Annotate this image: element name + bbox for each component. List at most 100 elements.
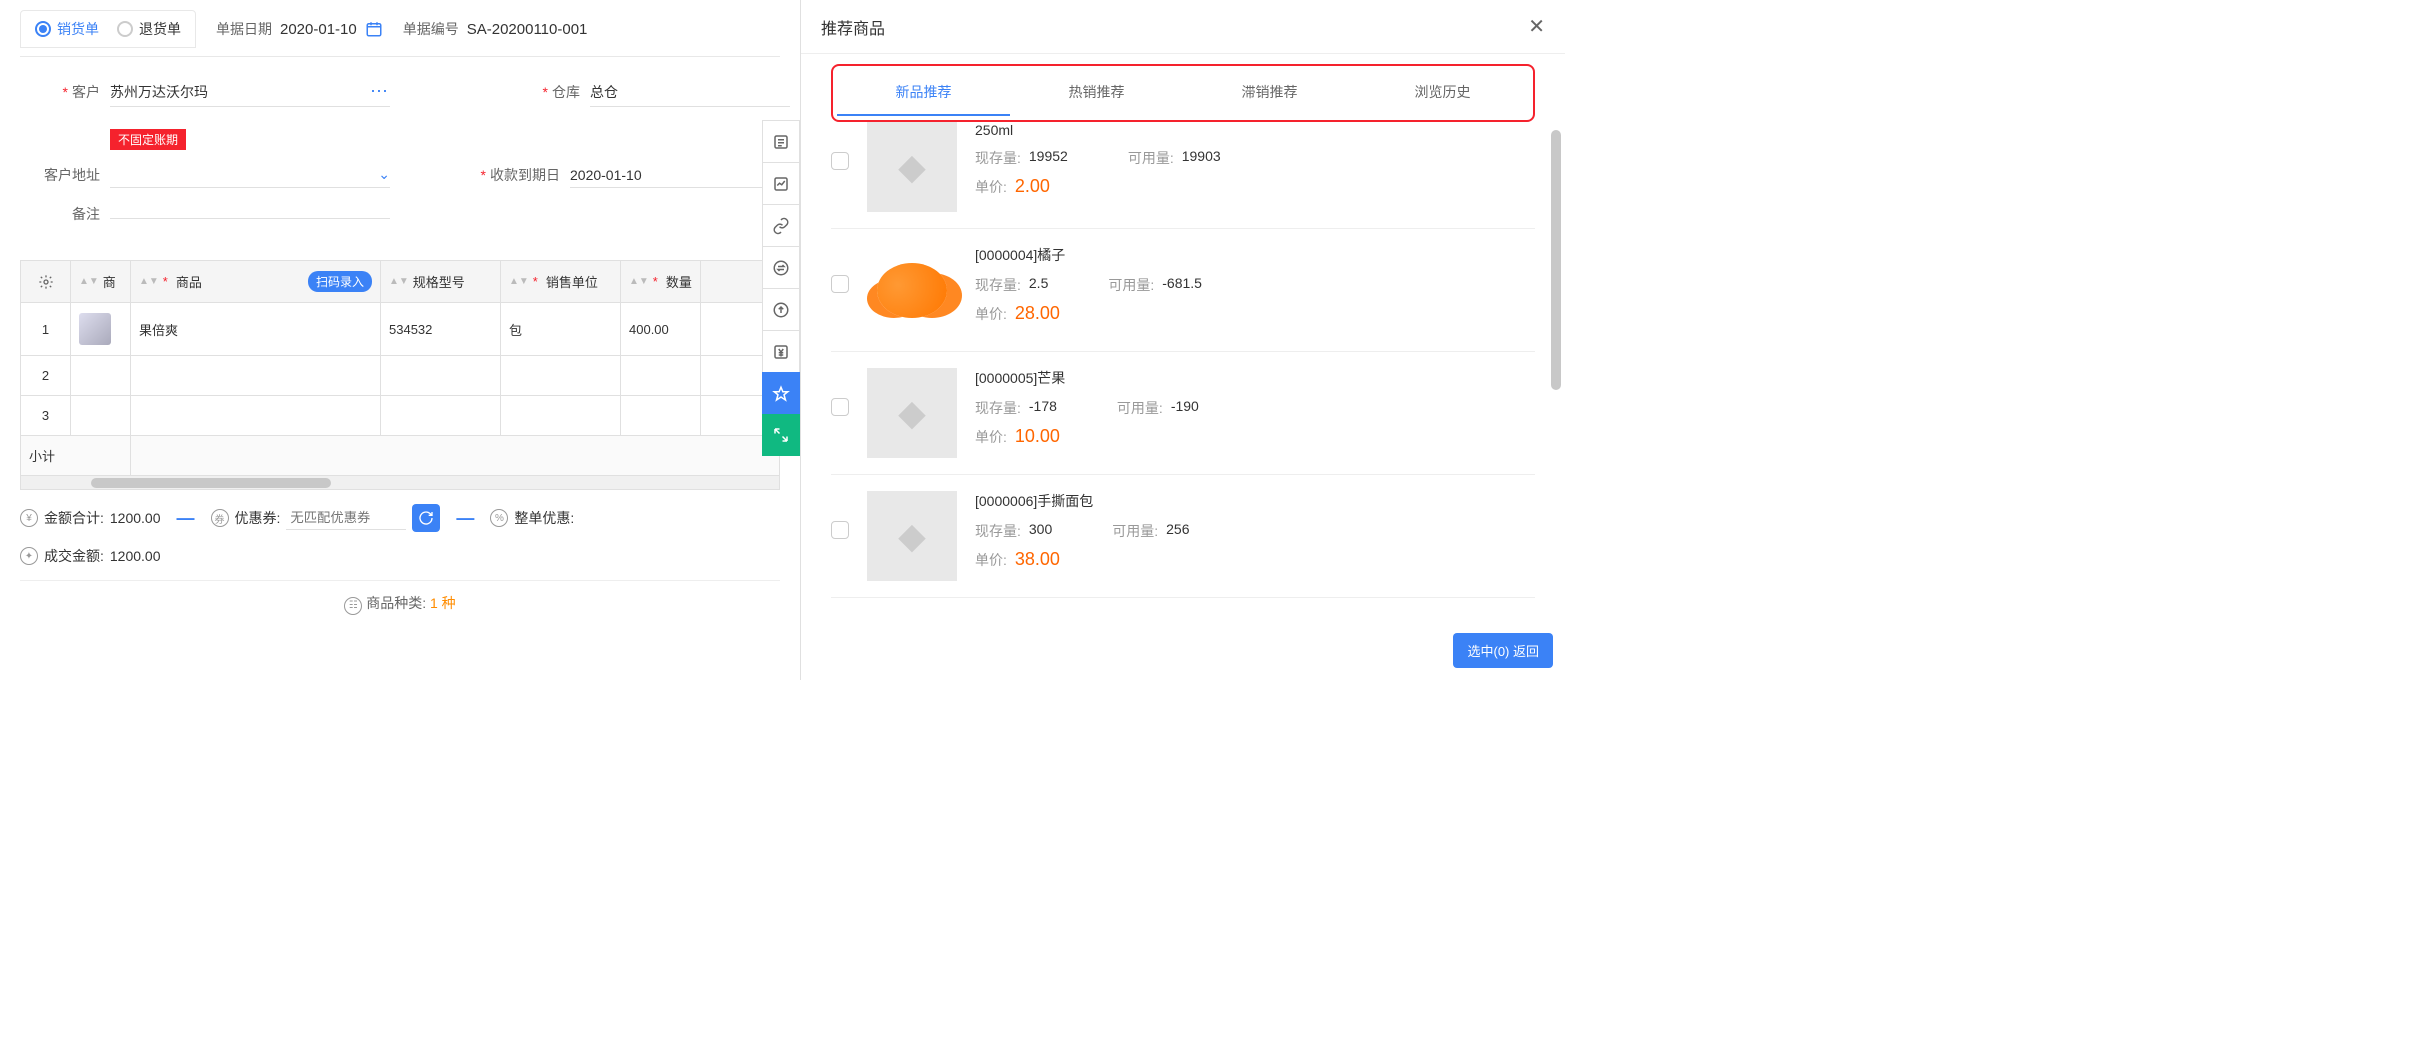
vertical-scrollbar[interactable] [1551, 130, 1561, 390]
item-checkbox[interactable] [831, 521, 849, 539]
list-item: ◆ 250ml 现存量:19952 可用量:19903 单价:2.00 [831, 122, 1535, 229]
line-items-grid: ▲▼ 商 ▲▼ *商品 扫码录入 ▲▼ 规格型号 ▲▼ *销售单位 ▲▼ [20, 260, 780, 490]
amount-total-value: 1200.00 [110, 510, 161, 526]
side-btn-expand[interactable] [762, 414, 800, 456]
customer-label: 客户 [72, 84, 100, 100]
sort-icon: ▲▼ [509, 279, 529, 285]
subtotal-row: 小计 [21, 436, 779, 475]
col-spec[interactable]: ▲▼ 规格型号 [381, 261, 501, 302]
item-stock: -178 [1029, 398, 1057, 418]
item-stock: 19952 [1029, 148, 1068, 168]
col-image[interactable]: ▲▼ 商 [71, 261, 131, 302]
col-qty[interactable]: ▲▼ *数量 [621, 261, 701, 302]
remark-input[interactable] [110, 210, 390, 219]
calendar-icon[interactable] [365, 20, 383, 38]
form-area: *客户 苏州万达沃尔玛 ⋯ *仓库 总仓 不固定账期 客户地址 [20, 57, 780, 250]
item-stock: 300 [1029, 521, 1052, 541]
order-type-tabs: 销货单 退货单 [20, 10, 196, 48]
col-unit[interactable]: ▲▼ *销售单位 [501, 261, 621, 302]
item-image-placeholder: ◆ [867, 122, 957, 212]
table-row[interactable]: 3 [21, 396, 779, 436]
refresh-button[interactable] [412, 504, 440, 532]
item-image-orange [867, 245, 957, 335]
item-name: 250ml [975, 122, 1535, 138]
address-input[interactable]: ⌄ [110, 162, 390, 188]
doc-date-label: 单据日期 [216, 19, 272, 39]
item-checkbox[interactable] [831, 275, 849, 293]
tab-sales-label: 销货单 [57, 19, 99, 39]
customer-tag: 不固定账期 [110, 129, 186, 150]
sort-icon: ▲▼ [139, 279, 159, 285]
tab-return-label: 退货单 [139, 19, 181, 39]
cell-qty[interactable]: 400.00 [621, 303, 701, 355]
item-price: 38.00 [1015, 549, 1060, 570]
minus-icon: — [177, 508, 195, 529]
item-checkbox[interactable] [831, 398, 849, 416]
remark-field: 备注 [20, 204, 390, 224]
deal-amount-value: 1200.00 [110, 548, 161, 564]
chevron-down-icon[interactable]: ⌄ [378, 166, 390, 183]
rec-tab-new[interactable]: 新品推荐 [837, 70, 1010, 116]
yen-icon: ¥ [20, 509, 38, 527]
tab-return-order[interactable]: 退货单 [117, 19, 181, 39]
more-dots-icon[interactable]: ⋯ [370, 81, 390, 102]
horizontal-scrollbar[interactable] [21, 475, 779, 489]
side-toolbar [762, 120, 800, 456]
item-image-placeholder: ◆ [867, 491, 957, 581]
item-price: 28.00 [1015, 303, 1060, 324]
rec-tab-slow[interactable]: 滞销推荐 [1183, 70, 1356, 116]
col-product[interactable]: ▲▼ *商品 扫码录入 [131, 261, 381, 302]
side-btn-chart[interactable] [762, 162, 800, 204]
side-btn-currency[interactable] [762, 330, 800, 372]
recommend-tabs: 新品推荐 热销推荐 滞销推荐 浏览历史 [831, 64, 1535, 122]
subtotal-label: 小计 [21, 436, 131, 475]
item-avail: 256 [1166, 521, 1189, 541]
minus-icon: — [456, 508, 474, 529]
scrollbar-thumb[interactable] [91, 478, 331, 488]
table-row[interactable]: 1 果倍爽 534532 包 400.00 [21, 303, 779, 356]
table-row[interactable]: 2 [21, 356, 779, 396]
doc-date-value[interactable]: 2020-01-10 [280, 21, 357, 38]
close-icon[interactable]: ✕ [1528, 14, 1545, 39]
recommend-list[interactable]: ◆ 250ml 现存量:19952 可用量:19903 单价:2.00 [000… [801, 122, 1565, 680]
item-name: [0000004]橘子 [975, 245, 1535, 265]
product-thumbnail [79, 313, 111, 345]
scan-entry-badge[interactable]: 扫码录入 [308, 271, 372, 292]
customer-value: 苏州万达沃尔玛 [110, 82, 208, 102]
item-price: 2.00 [1015, 176, 1050, 197]
warehouse-input[interactable]: 总仓 [590, 78, 790, 107]
cell-unit[interactable]: 包 [501, 303, 621, 355]
remark-label: 备注 [20, 204, 100, 224]
address-label: 客户地址 [20, 165, 100, 185]
amount-total-label: 金额合计: [44, 508, 104, 528]
coupon-icon: 券 [211, 509, 229, 527]
payment-due-value: 2020-01-10 [570, 167, 642, 183]
radio-icon [35, 21, 51, 37]
tab-sales-order[interactable]: 销货单 [35, 19, 99, 39]
item-name: [0000006]手撕面包 [975, 491, 1535, 511]
payment-due-input[interactable]: 2020-01-10 [570, 163, 770, 188]
rec-tab-history[interactable]: 浏览历史 [1356, 70, 1529, 116]
customer-input[interactable]: 苏州万达沃尔玛 ⋯ [110, 77, 390, 107]
footer-bar: ☷ 商品种类: 1 种 [20, 580, 780, 627]
side-btn-star[interactable] [762, 372, 800, 414]
rec-tab-hot[interactable]: 热销推荐 [1010, 70, 1183, 116]
cell-spec[interactable]: 534532 [381, 303, 501, 355]
item-image-placeholder: ◆ [867, 368, 957, 458]
list-item: ◆ [0000006]手撕面包 现存量:300 可用量:256 单价:38.00 [831, 475, 1535, 598]
discount-icon: % [490, 509, 508, 527]
coupon-input[interactable] [286, 506, 406, 530]
grid-settings-button[interactable] [21, 261, 71, 302]
recommend-title: 推荐商品 [821, 15, 885, 39]
item-avail: -681.5 [1162, 275, 1202, 295]
select-return-button[interactable]: 选中(0) 返回 [1453, 633, 1553, 668]
warehouse-field: *仓库 总仓 [500, 78, 790, 107]
address-field: 客户地址 ⌄ [20, 162, 390, 188]
item-avail: 19903 [1182, 148, 1221, 168]
item-checkbox[interactable] [831, 152, 849, 170]
side-btn-list[interactable] [762, 120, 800, 162]
side-btn-receive[interactable] [762, 288, 800, 330]
side-btn-link[interactable] [762, 204, 800, 246]
side-btn-exchange[interactable] [762, 246, 800, 288]
cell-product[interactable]: 果倍爽 [131, 303, 381, 355]
